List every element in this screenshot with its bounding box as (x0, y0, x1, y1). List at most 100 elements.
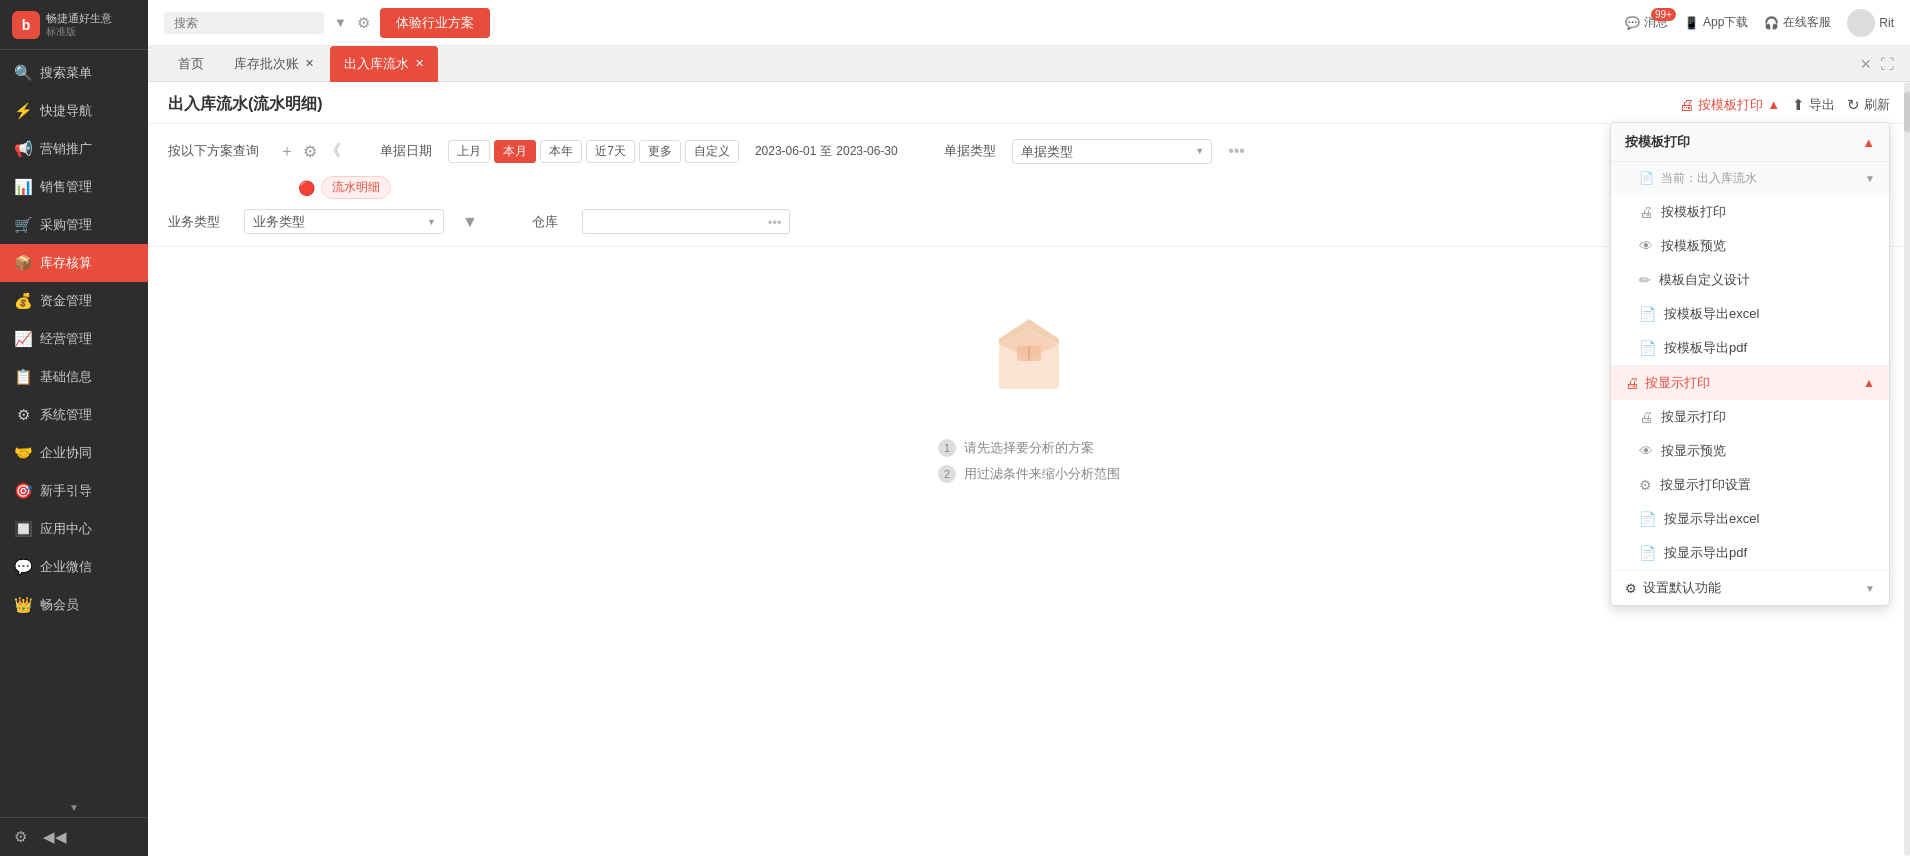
dropdown-template-preview[interactable]: 👁 按模板预览 (1611, 229, 1889, 263)
date-btn-last-month[interactable]: 上月 (448, 140, 490, 163)
scrollbar-track[interactable] (1904, 82, 1910, 856)
page-title: 出入库流水(流水明细) (168, 94, 323, 115)
export-btn[interactable]: ⬆ 导出 (1792, 96, 1835, 114)
collab-icon: 🤝 (14, 444, 32, 462)
dropdown-template-export-excel[interactable]: 📄 按模板导出excel (1611, 297, 1889, 331)
sidebar-item-marketing[interactable]: 📢 营销推广 (0, 130, 148, 168)
collapse-sidebar-icon[interactable]: ◀◀ (43, 828, 67, 846)
sidebar-item-operation[interactable]: 📈 经营管理 (0, 320, 148, 358)
app-download-item[interactable]: 📱 App下载 (1684, 14, 1748, 31)
date-separator: 至 (820, 143, 832, 160)
biz-type-label: 业务类型 (168, 213, 220, 231)
date-label: 单据日期 (380, 142, 432, 160)
message-icon: 💬 (1625, 16, 1640, 30)
print-template-icon: 🖨 (1679, 96, 1694, 113)
biz-type-select[interactable]: 业务类型 (244, 209, 444, 234)
empty-state-icon (979, 304, 1079, 423)
date-btn-more[interactable]: 更多 (639, 140, 681, 163)
sidebar-item-sales[interactable]: 📊 销售管理 (0, 168, 148, 206)
template-preview-icon: 👁 (1639, 238, 1653, 254)
display-section: 🖨 按显示打印 👁 按显示预览 ⚙ 按显示打印设置 📄 按显示导出excel 📄 (1611, 400, 1889, 571)
sidebar-item-quick-nav[interactable]: ⚡ 快捷导航 (0, 92, 148, 130)
tab-batch-account[interactable]: 库存批次账 ✕ (220, 46, 328, 82)
header-left: ▼ ⚙ 体验行业方案 (164, 8, 1613, 38)
tab-flow[interactable]: 出入库流水 ✕ (330, 46, 438, 82)
date-btn-this-year[interactable]: 本年 (540, 140, 582, 163)
biz-type-dropdown-arrow[interactable]: ▼ (462, 213, 478, 231)
footer-arrow: ▼ (1865, 583, 1875, 594)
sidebar-item-vip[interactable]: 👑 畅会员 (0, 586, 148, 624)
search-dropdown-arrow[interactable]: ▼ (334, 15, 347, 30)
dropdown-display-print-settings[interactable]: ⚙ 按显示打印设置 (1611, 468, 1889, 502)
tab-bar: 首页 库存批次账 ✕ 出入库流水 ✕ ✕ ⛶ (148, 46, 1910, 82)
dropdown-display-export-pdf[interactable]: 📄 按显示导出pdf (1611, 536, 1889, 570)
sidebar-item-purchase[interactable]: 🛒 采购管理 (0, 206, 148, 244)
sidebar-item-system[interactable]: ⚙ 系统管理 (0, 396, 148, 434)
flow-detail-tag[interactable]: 流水明细 (321, 176, 391, 199)
warehouse-more-btn[interactable]: ••• (768, 214, 782, 229)
dropdown-display-preview[interactable]: 👁 按显示预览 (1611, 434, 1889, 468)
page-body: 出入库流水(流水明细) 🖨 按模板打印 ▲ ⬆ 导出 ↻ 刷新 (148, 82, 1910, 856)
customer-service-item[interactable]: 🎧 在线客服 (1764, 14, 1831, 31)
refresh-icon: ↻ (1847, 96, 1860, 114)
sidebar-item-finance[interactable]: 💰 资金管理 (0, 282, 148, 320)
avatar (1847, 9, 1875, 37)
search-input[interactable] (164, 12, 324, 34)
sidebar-item-app-center[interactable]: 🔲 应用中心 (0, 510, 148, 548)
dropdown-template-export-pdf[interactable]: 📄 按模板导出pdf (1611, 331, 1889, 365)
dropdown-display-export-excel[interactable]: 📄 按显示导出excel (1611, 502, 1889, 536)
tab-close-all-btn[interactable]: ✕ (1860, 56, 1872, 72)
messages-badge: 99+ (1651, 8, 1676, 21)
print-template-btn[interactable]: 🖨 按模板打印 ▲ (1679, 96, 1780, 114)
header-right: 💬 消息 99+ 📱 App下载 🎧 在线客服 Rit (1625, 9, 1894, 37)
collapse-condition-btn[interactable]: 《 (325, 141, 341, 162)
refresh-btn[interactable]: ↻ 刷新 (1847, 96, 1890, 114)
sales-icon: 📊 (14, 178, 32, 196)
date-btn-7days[interactable]: 近7天 (586, 140, 635, 163)
trial-btn[interactable]: 体验行业方案 (380, 8, 490, 38)
date-btn-custom[interactable]: 自定义 (685, 140, 739, 163)
dropdown-display-section-header[interactable]: 🖨 按显示打印 ▲ (1611, 366, 1889, 400)
settings-condition-btn[interactable]: ⚙ (303, 142, 317, 161)
sidebar-scroll-down[interactable]: ▼ (0, 798, 148, 817)
doc-type-select[interactable]: 单据类型 (1012, 139, 1212, 164)
messages-item[interactable]: 💬 消息 99+ (1625, 14, 1668, 31)
inventory-icon: 📦 (14, 254, 32, 272)
warehouse-label: 仓库 (532, 213, 558, 231)
sidebar-item-basic[interactable]: 📋 基础信息 (0, 358, 148, 396)
empty-step-1: 1 请先选择要分析的方案 (938, 439, 1120, 457)
tab-batch-account-close[interactable]: ✕ (305, 57, 314, 70)
tab-flow-close[interactable]: ✕ (415, 57, 424, 70)
dropdown-template-customize[interactable]: ✏ 模板自定义设计 (1611, 263, 1889, 297)
template-section: 🖨 按模板打印 👁 按模板预览 ✏ 模板自定义设计 📄 按模板导出excel 📄 (1611, 195, 1889, 366)
date-btn-this-month[interactable]: 本月 (494, 140, 536, 163)
dropdown-footer[interactable]: ⚙ 设置默认功能 ▼ (1611, 571, 1889, 605)
page-header-actions: 🖨 按模板打印 ▲ ⬆ 导出 ↻ 刷新 (1679, 96, 1890, 114)
sidebar-item-inventory[interactable]: 📦 库存核算 (0, 244, 148, 282)
sidebar-item-wechat[interactable]: 💬 企业微信 (0, 548, 148, 586)
customer-service-icon: 🎧 (1764, 16, 1779, 30)
dropdown-display-print[interactable]: 🖨 按显示打印 (1611, 400, 1889, 434)
settings-bottom-icon[interactable]: ⚙ (14, 828, 27, 846)
dropdown-current-item[interactable]: 📄 当前：出入库流水 ▼ (1611, 162, 1889, 195)
tab-home[interactable]: 首页 (164, 46, 218, 82)
sidebar-item-search[interactable]: 🔍 搜索菜单 (0, 54, 148, 92)
warehouse-input[interactable] (582, 209, 790, 234)
header-gear-icon[interactable]: ⚙ (357, 14, 370, 32)
footer-icon: ⚙ (1625, 581, 1637, 596)
user-profile[interactable]: Rit (1847, 9, 1894, 37)
dropdown-template-print[interactable]: 🖨 按模板打印 (1611, 195, 1889, 229)
dropdown-collapse-btn[interactable]: ▲ (1862, 135, 1875, 150)
tab-expand-btn[interactable]: ⛶ (1880, 56, 1894, 72)
print-dropdown-arrow: ▲ (1767, 97, 1780, 112)
doc-type-more-btn[interactable]: ••• (1228, 142, 1245, 160)
display-export-pdf-icon: 📄 (1639, 545, 1656, 561)
current-label: 📄 当前：出入库流水 (1639, 170, 1757, 187)
sidebar-item-collab[interactable]: 🤝 企业协同 (0, 434, 148, 472)
sidebar-item-guide[interactable]: 🎯 新手引导 (0, 472, 148, 510)
current-arrow-icon: ▼ (1865, 173, 1875, 184)
wechat-icon: 💬 (14, 558, 32, 576)
scrollbar-thumb[interactable] (1904, 92, 1910, 132)
add-condition-btn[interactable]: ＋ (279, 141, 295, 162)
header: ▼ ⚙ 体验行业方案 💬 消息 99+ 📱 App下载 🎧 在线客服 Rit (148, 0, 1910, 46)
